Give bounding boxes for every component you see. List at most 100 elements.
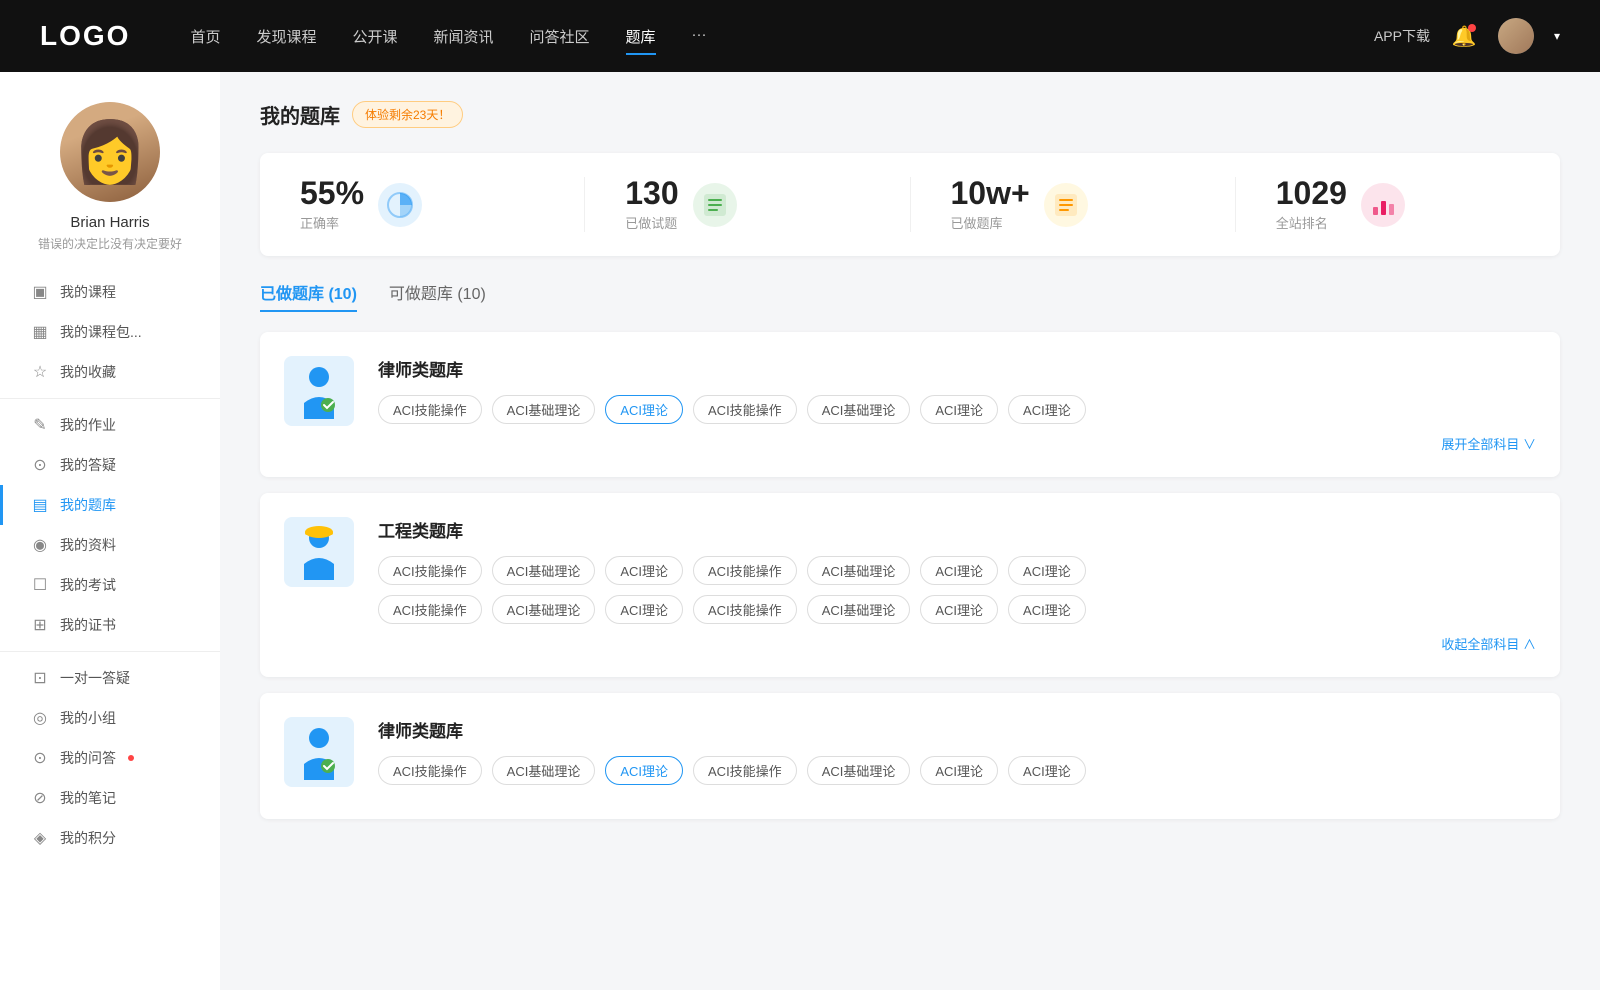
header-right: APP下载 🔔 ▾ bbox=[1374, 18, 1560, 54]
nav-discover[interactable]: 发现课程 bbox=[256, 22, 316, 51]
header: LOGO 首页 发现课程 公开课 新闻资讯 问答社区 题库 ··· APP下载 … bbox=[0, 0, 1600, 72]
tag[interactable]: ACI技能操作 bbox=[378, 395, 482, 424]
tag[interactable]: ACI理论 bbox=[920, 595, 998, 624]
tag[interactable]: ACI基础理论 bbox=[492, 595, 596, 624]
stat-banks-label: 已做题库 bbox=[951, 213, 1030, 232]
qa-dot bbox=[128, 755, 134, 761]
tag[interactable]: ACI基础理论 bbox=[492, 556, 596, 585]
tag[interactable]: ACI技能操作 bbox=[378, 556, 482, 585]
tag[interactable]: ACI理论 bbox=[605, 595, 683, 624]
tag[interactable]: ACI理论 bbox=[920, 395, 998, 424]
tag[interactable]: ACI技能操作 bbox=[378, 595, 482, 624]
done-questions-icon bbox=[693, 183, 737, 227]
points-icon: ◈ bbox=[30, 828, 50, 848]
nav-opencourse[interactable]: 公开课 bbox=[352, 22, 397, 51]
nav-questionbank[interactable]: 题库 bbox=[626, 22, 656, 51]
tag[interactable]: ACI理论 bbox=[1008, 395, 1086, 424]
profile-icon: ◉ bbox=[30, 535, 50, 555]
tag[interactable]: ACI技能操作 bbox=[693, 595, 797, 624]
engineer-icon-container bbox=[284, 517, 354, 587]
tab-available[interactable]: 可做题库 (10) bbox=[389, 280, 486, 312]
tag[interactable]: ACI技能操作 bbox=[693, 556, 797, 585]
tag[interactable]: ACI理论 bbox=[1008, 756, 1086, 785]
sidebar-item-points[interactable]: ◈ 我的积分 bbox=[0, 818, 220, 858]
tag[interactable]: ACI基础理论 bbox=[807, 756, 911, 785]
app-download-link[interactable]: APP下载 bbox=[1374, 26, 1430, 46]
sidebar-item-1on1[interactable]: ⊡ 一对一答疑 bbox=[0, 658, 220, 698]
stat-accuracy: 55% 正确率 bbox=[260, 177, 585, 232]
sidebar-item-label: 我的题库 bbox=[60, 495, 116, 515]
sidebar-item-label: 我的证书 bbox=[60, 615, 116, 635]
avatar-image bbox=[1498, 18, 1534, 54]
qbank-card-lawyer-2: 律师类题库 ACI技能操作 ACI基础理论 ACI理论 ACI技能操作 ACI基… bbox=[260, 693, 1560, 819]
sidebar-item-exam[interactable]: ☐ 我的考试 bbox=[0, 565, 220, 605]
tag-active[interactable]: ACI理论 bbox=[605, 395, 683, 424]
qbank-body-lawyer-2: 律师类题库 ACI技能操作 ACI基础理论 ACI理论 ACI技能操作 ACI基… bbox=[378, 717, 1536, 795]
main-nav: 首页 发现课程 公开课 新闻资讯 问答社区 题库 ··· bbox=[190, 22, 1374, 51]
sidebar-item-qa[interactable]: ⊙ 我的答疑 bbox=[0, 445, 220, 485]
tag[interactable]: ACI基础理论 bbox=[492, 395, 596, 424]
sidebar: Brian Harris 错误的决定比没有决定要好 ▣ 我的课程 ▦ 我的课程包… bbox=[0, 72, 220, 990]
nav-more[interactable]: ··· bbox=[692, 22, 707, 51]
tag[interactable]: ACI基础理论 bbox=[807, 556, 911, 585]
sidebar-item-homework[interactable]: ✎ 我的作业 bbox=[0, 405, 220, 445]
stat-banks-value: 10w+ bbox=[951, 177, 1030, 209]
qa-icon: ⊙ bbox=[30, 455, 50, 475]
sidebar-item-label: 我的考试 bbox=[60, 575, 116, 595]
tag[interactable]: ACI基础理论 bbox=[807, 395, 911, 424]
sidebar-menu: ▣ 我的课程 ▦ 我的课程包... ☆ 我的收藏 ✎ 我的作业 ⊙ 我的答疑 ▤ bbox=[0, 272, 220, 858]
qbank-tags-engineer-row2: ACI技能操作 ACI基础理论 ACI理论 ACI技能操作 ACI基础理论 AC… bbox=[378, 595, 1536, 624]
tag[interactable]: ACI理论 bbox=[1008, 556, 1086, 585]
trial-badge: 体验剩余23天！ bbox=[352, 101, 463, 128]
tag[interactable]: ACI技能操作 bbox=[693, 395, 797, 424]
sidebar-item-group[interactable]: ◎ 我的小组 bbox=[0, 698, 220, 738]
sidebar-item-label: 我的答疑 bbox=[60, 455, 116, 475]
tag[interactable]: ACI理论 bbox=[920, 556, 998, 585]
nav-home[interactable]: 首页 bbox=[190, 22, 220, 51]
sidebar-item-favorites[interactable]: ☆ 我的收藏 bbox=[0, 352, 220, 392]
nav-qa[interactable]: 问答社区 bbox=[530, 22, 590, 51]
sidebar-item-label: 我的课程包... bbox=[60, 322, 142, 342]
dropdown-arrow[interactable]: ▾ bbox=[1554, 29, 1560, 43]
sidebar-item-myqa[interactable]: ⊙ 我的问答 bbox=[0, 738, 220, 778]
stat-done-value: 130 bbox=[625, 177, 678, 209]
tag[interactable]: ACI技能操作 bbox=[378, 756, 482, 785]
nav-news[interactable]: 新闻资讯 bbox=[434, 22, 494, 51]
tag[interactable]: ACI理论 bbox=[605, 556, 683, 585]
avatar-image bbox=[60, 102, 160, 202]
tag[interactable]: ACI基础理论 bbox=[492, 756, 596, 785]
qbank-title-engineer: 工程类题库 bbox=[378, 517, 1536, 542]
sidebar-item-label: 一对一答疑 bbox=[60, 668, 130, 688]
collapse-link[interactable]: 收起全部科目 ∧ bbox=[1441, 634, 1536, 653]
sidebar-item-mycourse[interactable]: ▣ 我的课程 bbox=[0, 272, 220, 312]
sidebar-item-notes[interactable]: ⊘ 我的笔记 bbox=[0, 778, 220, 818]
sidebar-item-questionbank[interactable]: ▤ 我的题库 bbox=[0, 485, 220, 525]
tag-active[interactable]: ACI理论 bbox=[605, 756, 683, 785]
divider-1 bbox=[0, 398, 220, 399]
sidebar-item-profile[interactable]: ◉ 我的资料 bbox=[0, 525, 220, 565]
homework-icon: ✎ bbox=[30, 415, 50, 435]
expand-link-1[interactable]: 展开全部科目 ∨ bbox=[1441, 434, 1536, 453]
accuracy-icon bbox=[378, 183, 422, 227]
sidebar-item-label: 我的课程 bbox=[60, 282, 116, 302]
notification-bell[interactable]: 🔔 bbox=[1450, 22, 1478, 50]
stat-rank-text: 1029 全站排名 bbox=[1276, 177, 1347, 232]
chat-icon: ⊡ bbox=[30, 668, 50, 688]
tag[interactable]: ACI理论 bbox=[920, 756, 998, 785]
stat-rank-label: 全站排名 bbox=[1276, 213, 1347, 232]
star-icon: ☆ bbox=[30, 362, 50, 382]
qbank-tags-lawyer-2: ACI技能操作 ACI基础理论 ACI理论 ACI技能操作 ACI基础理论 AC… bbox=[378, 756, 1536, 785]
sidebar-avatar bbox=[60, 102, 160, 202]
tab-done[interactable]: 已做题库 (10) bbox=[260, 280, 357, 312]
tag[interactable]: ACI技能操作 bbox=[693, 756, 797, 785]
stat-rank: 1029 全站排名 bbox=[1236, 177, 1560, 232]
sidebar-item-coursepack[interactable]: ▦ 我的课程包... bbox=[0, 312, 220, 352]
sidebar-item-label: 我的笔记 bbox=[60, 788, 116, 808]
sidebar-item-certificate[interactable]: ⊞ 我的证书 bbox=[0, 605, 220, 645]
qbank-icon: ▤ bbox=[30, 495, 50, 515]
avatar[interactable] bbox=[1498, 18, 1534, 54]
sidebar-item-label: 我的小组 bbox=[60, 708, 116, 728]
tag[interactable]: ACI理论 bbox=[1008, 595, 1086, 624]
page-title-row: 我的题库 体验剩余23天！ bbox=[260, 100, 1560, 129]
tag[interactable]: ACI基础理论 bbox=[807, 595, 911, 624]
